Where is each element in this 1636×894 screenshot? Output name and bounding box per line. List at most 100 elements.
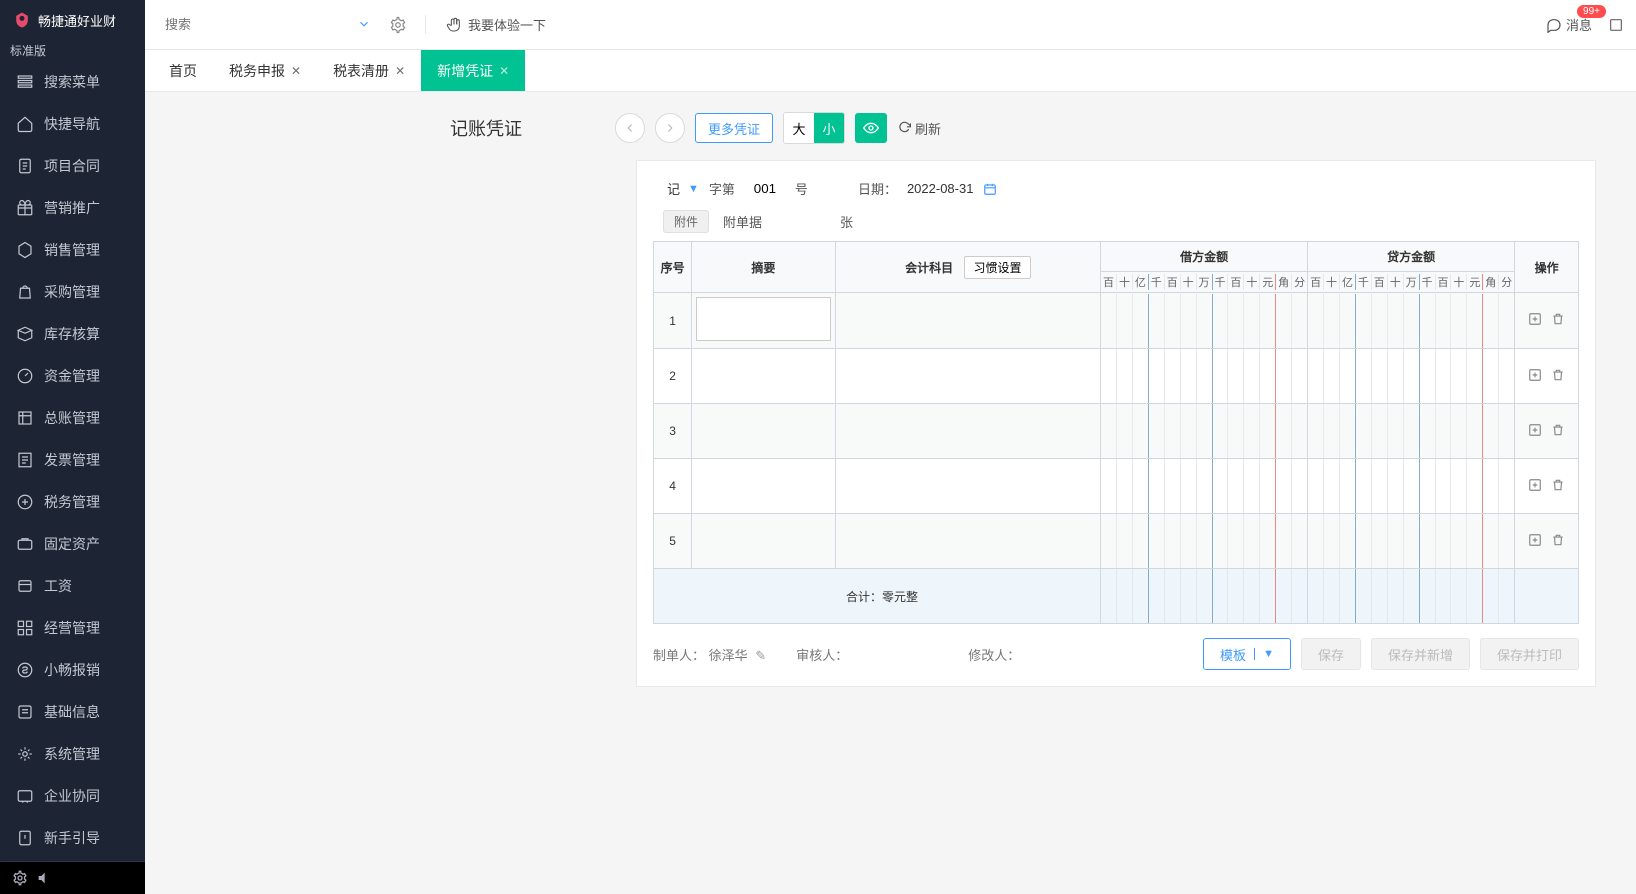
save-and-print-button[interactable]: 保存并打印	[1480, 638, 1579, 670]
close-icon[interactable]: ✕	[499, 64, 509, 78]
summary-cell[interactable]	[692, 293, 835, 349]
try-button[interactable]: 我要体验一下	[425, 15, 546, 34]
sidebar-item-11[interactable]: 固定资产	[0, 523, 145, 565]
sidebar-item-5[interactable]: 采购管理	[0, 271, 145, 313]
search-input[interactable]	[157, 9, 377, 41]
add-row-icon[interactable]	[1528, 312, 1542, 326]
tab-0[interactable]: 首页	[153, 50, 213, 91]
sound-footer-icon[interactable]	[36, 870, 52, 886]
summary-input[interactable]	[696, 297, 830, 341]
sidebar-item-2[interactable]: 项目合同	[0, 145, 145, 187]
sidebar-item-17[interactable]: 企业协同	[0, 775, 145, 817]
amount-cell[interactable]	[1101, 293, 1308, 349]
refresh-button[interactable]: 刷新	[897, 119, 941, 138]
amount-cell[interactable]	[1101, 459, 1308, 514]
sidebar-item-3[interactable]: 营销推广	[0, 187, 145, 229]
summary-cell[interactable]	[692, 459, 835, 514]
edit-maker-icon[interactable]: ✎	[755, 648, 766, 663]
subject-cell[interactable]	[835, 349, 1100, 404]
row-seq: 2	[654, 349, 692, 404]
delete-row-icon[interactable]	[1551, 423, 1565, 437]
summary-cell[interactable]	[692, 514, 835, 569]
template-button[interactable]: 模板 ▼	[1203, 638, 1291, 670]
th-summary: 摘要	[692, 242, 835, 293]
add-row-icon[interactable]	[1528, 423, 1542, 437]
prev-voucher-button[interactable]	[615, 113, 645, 143]
save-and-new-button[interactable]: 保存并新增	[1371, 638, 1470, 670]
subject-cell[interactable]	[835, 459, 1100, 514]
gift-icon	[16, 199, 34, 217]
next-voucher-button[interactable]	[655, 113, 685, 143]
amount-cell[interactable]	[1308, 404, 1515, 459]
amount-cell[interactable]	[1308, 349, 1515, 404]
sidebar-item-16[interactable]: 系统管理	[0, 733, 145, 775]
tab-2[interactable]: 税表清册✕	[317, 50, 421, 91]
sidebar-item-8[interactable]: 总账管理	[0, 397, 145, 439]
sidebar-item-12[interactable]: 工资	[0, 565, 145, 607]
amount-cell[interactable]	[1101, 349, 1308, 404]
sidebar-item-4[interactable]: 销售管理	[0, 229, 145, 271]
sidebar-item-7[interactable]: 资金管理	[0, 355, 145, 397]
ops-cell	[1515, 459, 1579, 514]
save-button[interactable]: 保存	[1301, 638, 1361, 670]
delete-row-icon[interactable]	[1551, 368, 1565, 382]
size-large-button[interactable]: 大	[784, 113, 814, 143]
subject-label: 会计科目	[905, 261, 953, 275]
preview-button[interactable]	[855, 113, 887, 143]
sidebar-item-label: 固定资产	[44, 534, 100, 554]
sidebar-item-15[interactable]: 基础信息	[0, 691, 145, 733]
date-value[interactable]: 2022-08-31	[907, 181, 974, 196]
sidebar-item-10[interactable]: 税务管理	[0, 481, 145, 523]
close-icon[interactable]: ✕	[291, 64, 301, 78]
delete-row-icon[interactable]	[1551, 478, 1565, 492]
sidebar-item-6[interactable]: 库存核算	[0, 313, 145, 355]
voucher-number-input[interactable]	[745, 181, 785, 197]
subject-cell[interactable]	[835, 514, 1100, 569]
chevron-down-icon[interactable]: ▼	[688, 183, 699, 195]
amount-cell[interactable]	[1308, 459, 1515, 514]
date-label: 日期：	[858, 179, 897, 198]
amount-cell[interactable]	[1308, 293, 1515, 349]
messages-button[interactable]: 消息 99+	[1546, 15, 1592, 34]
total-label: 合计：零元整	[654, 569, 1101, 624]
calendar-icon[interactable]	[983, 182, 997, 196]
sidebar-item-0[interactable]: 搜索菜单	[0, 61, 145, 103]
add-row-icon[interactable]	[1528, 368, 1542, 382]
sidebar-item-13[interactable]: 经营管理	[0, 607, 145, 649]
amount-cell[interactable]	[1308, 514, 1515, 569]
expand-icon[interactable]	[1608, 17, 1624, 33]
add-row-icon[interactable]	[1528, 533, 1542, 547]
size-small-button[interactable]: 小	[814, 113, 844, 143]
digit-label: 亿	[1133, 274, 1149, 290]
settings-footer-icon[interactable]	[12, 870, 28, 886]
attachment-button[interactable]: 附件	[663, 210, 709, 233]
habit-settings-button[interactable]: 习惯设置	[964, 256, 1030, 279]
delete-row-icon[interactable]	[1551, 312, 1565, 326]
delete-row-icon[interactable]	[1551, 533, 1565, 547]
summary-cell[interactable]	[692, 349, 835, 404]
amount-cell[interactable]	[1101, 569, 1308, 624]
sidebar-item-9[interactable]: 发票管理	[0, 439, 145, 481]
more-vouchers-button[interactable]: 更多凭证	[695, 113, 773, 143]
summary-cell[interactable]	[692, 404, 835, 459]
voucher-type-select[interactable]: 记	[663, 177, 684, 200]
subject-cell[interactable]	[835, 404, 1100, 459]
topbar-right: 消息 99+	[1546, 15, 1624, 34]
add-row-icon[interactable]	[1528, 478, 1542, 492]
search-chevron-icon[interactable]	[357, 17, 371, 31]
sidebar-item-18[interactable]: 新手引导	[0, 817, 145, 859]
tab-1[interactable]: 税务申报✕	[213, 50, 317, 91]
sidebar-item-14[interactable]: 小畅报销	[0, 649, 145, 691]
amount-cell[interactable]	[1101, 514, 1308, 569]
th-seq: 序号	[654, 242, 692, 293]
amount-cell[interactable]	[1308, 569, 1515, 624]
settings-icon[interactable]	[389, 16, 407, 34]
ops-cell	[1515, 404, 1579, 459]
sidebar-item-1[interactable]: 快捷导航	[0, 103, 145, 145]
subject-cell[interactable]	[835, 293, 1100, 349]
close-icon[interactable]: ✕	[395, 64, 405, 78]
amount-cell[interactable]	[1101, 404, 1308, 459]
tab-3[interactable]: 新增凭证✕	[421, 50, 525, 91]
th-subject: 会计科目 习惯设置	[835, 242, 1100, 293]
digit-label: 百	[1228, 274, 1244, 290]
